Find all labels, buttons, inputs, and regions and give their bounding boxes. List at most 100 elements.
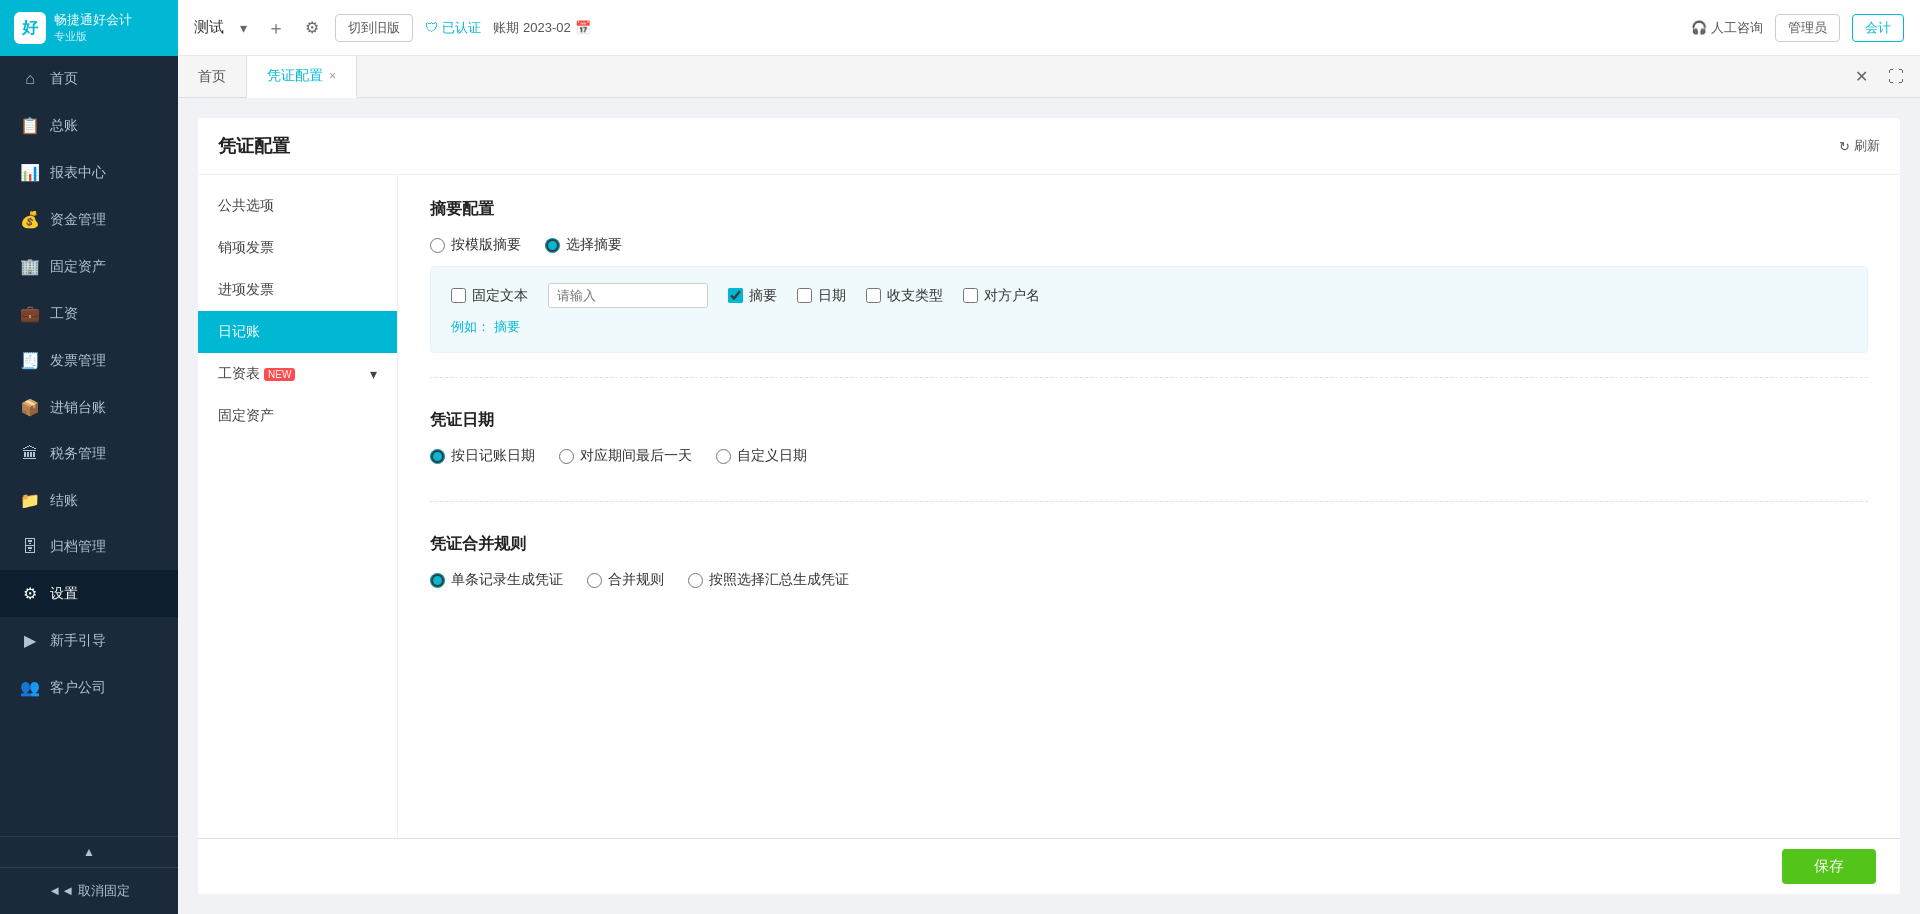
app-logo-text: 畅捷通好会计 专业版 bbox=[54, 12, 132, 43]
sidebar-item-extra[interactable]: 👥 客户公司 bbox=[0, 664, 178, 711]
save-button[interactable]: 保存 bbox=[1782, 849, 1876, 884]
radio-journal-date[interactable]: 按日记账日期 bbox=[430, 447, 535, 465]
radio-select-summary[interactable]: 按照选择汇总生成凭证 bbox=[688, 571, 849, 589]
guide-icon: ▶ bbox=[20, 631, 40, 650]
checkbox-counterpart[interactable]: 对方户名 bbox=[963, 287, 1040, 305]
invoice_mgmt-icon: 🧾 bbox=[20, 351, 40, 370]
header-dropdown-button[interactable]: ▾ bbox=[236, 16, 251, 40]
date-radio-group: 按日记账日期 对应期间最后一天 自定义日期 bbox=[430, 447, 1868, 465]
checkbox-date[interactable]: 日期 bbox=[797, 287, 846, 305]
shield-icon: 🛡 bbox=[425, 20, 438, 35]
sales_purchase-icon: 📦 bbox=[20, 398, 40, 417]
header-consult-button[interactable]: 🎧 人工咨询 bbox=[1691, 19, 1763, 37]
checkbox-summary[interactable]: 摘要 bbox=[728, 287, 777, 305]
header-role-button[interactable]: 会计 bbox=[1852, 14, 1904, 42]
sidebar-item-closing[interactable]: 📁 结账 bbox=[0, 477, 178, 524]
sidebar-up-button[interactable]: ▲ bbox=[75, 841, 103, 863]
capital-icon: 💰 bbox=[20, 210, 40, 229]
tab-expand-button[interactable]: ⛶ bbox=[1880, 64, 1912, 90]
config-nav-journal[interactable]: 日记账 bbox=[198, 311, 397, 353]
config-nav-fixed_assets[interactable]: 固定资产 bbox=[198, 395, 397, 437]
merge-section-title: 凭证合并规则 bbox=[430, 534, 1868, 555]
header-settings-button[interactable]: ⚙ bbox=[301, 14, 323, 41]
sidebar-item-sales_purchase[interactable]: 📦 进销台账 bbox=[0, 384, 178, 431]
tab-home[interactable]: 首页 bbox=[178, 56, 247, 98]
radio-template-input[interactable] bbox=[430, 238, 445, 253]
ledger-icon: 📋 bbox=[20, 116, 40, 135]
summary-checkbox[interactable] bbox=[728, 288, 743, 303]
cancel-fixed-button[interactable]: ◄◄ 取消固定 bbox=[36, 876, 141, 906]
sidebar-item-reports[interactable]: 📊 报表中心 bbox=[0, 149, 178, 196]
tab-voucher-config[interactable]: 凭证配置 × bbox=[247, 56, 357, 98]
tab-bar-actions: ✕ ⛶ bbox=[1847, 63, 1920, 90]
sidebar-item-settings[interactable]: ⚙ 设置 bbox=[0, 570, 178, 617]
header-old-version-button[interactable]: 切到旧版 bbox=[335, 14, 413, 42]
sidebar-item-capital[interactable]: 💰 资金管理 bbox=[0, 196, 178, 243]
fixed-text-input[interactable] bbox=[548, 283, 708, 308]
sidebar-item-payroll[interactable]: 💼 工资 bbox=[0, 290, 178, 337]
radio-merge-rules-input[interactable] bbox=[587, 573, 602, 588]
app-logo-icon: 好 bbox=[14, 12, 46, 44]
calendar-icon[interactable]: 📅 bbox=[575, 20, 591, 35]
radio-select-input[interactable] bbox=[545, 238, 560, 253]
sidebar-item-guide[interactable]: ▶ 新手引导 bbox=[0, 617, 178, 664]
radio-last-day[interactable]: 对应期间最后一天 bbox=[559, 447, 692, 465]
payroll-icon: 💼 bbox=[20, 304, 40, 323]
config-content: 摘要配置 按模版摘要 选择摘要 bbox=[398, 175, 1900, 838]
fixed-text-checkbox[interactable] bbox=[451, 288, 466, 303]
sidebar-item-home[interactable]: ⌂ 首页 bbox=[0, 56, 178, 102]
config-nav-payroll[interactable]: 工资表NEW▾ bbox=[198, 353, 397, 395]
page-inner: 凭证配置 ↻ 刷新 公共选项销项发票进项发票日记账工资表NEW▾固定资产 bbox=[178, 98, 1920, 914]
reports-icon: 📊 bbox=[20, 163, 40, 182]
checkbox-row: 固定文本 摘要 bbox=[451, 283, 1847, 308]
new-badge-payroll: NEW bbox=[264, 368, 295, 381]
date-checkbox[interactable] bbox=[797, 288, 812, 303]
page-card-header: 凭证配置 ↻ 刷新 bbox=[198, 118, 1900, 175]
config-nav-sales_invoice[interactable]: 销项发票 bbox=[198, 227, 397, 269]
sidebar-item-archive[interactable]: 🗄 归档管理 bbox=[0, 524, 178, 570]
radio-custom-date-input[interactable] bbox=[716, 449, 731, 464]
header-certified: 🛡 已认证 bbox=[425, 19, 481, 37]
radio-template-summary[interactable]: 按模版摘要 bbox=[430, 236, 521, 254]
checkbox-fixed-text[interactable]: 固定文本 bbox=[451, 287, 528, 305]
radio-select-summary-input[interactable] bbox=[688, 573, 703, 588]
sidebar-cancel-fixed[interactable]: ◄◄ 取消固定 bbox=[0, 867, 178, 914]
sidebar-item-ledger[interactable]: 📋 总账 bbox=[0, 102, 178, 149]
sidebar-nav-scroll: ⌂ 首页 📋 总账 📊 报表中心 💰 资金管理 🏢 固定资产 💼 工资 🧾 发票… bbox=[0, 56, 178, 836]
example-text: 例如： 摘要 bbox=[451, 318, 1847, 336]
main-area: 测试 ▾ ＋ ⚙ 切到旧版 🛡 已认证 账期 2023-02 📅 🎧 人工咨询 … bbox=[178, 0, 1920, 914]
counterpart-checkbox[interactable] bbox=[963, 288, 978, 303]
radio-single-record-input[interactable] bbox=[430, 573, 445, 588]
sidebar-item-fixed_assets[interactable]: 🏢 固定资产 bbox=[0, 243, 178, 290]
sidebar: 好 畅捷通好会计 专业版 ⌂ 首页 📋 总账 📊 报表中心 💰 资金管理 🏢 固… bbox=[0, 0, 178, 914]
tab-close-button[interactable]: × bbox=[329, 69, 336, 83]
config-right-scroll: 摘要配置 按模版摘要 选择摘要 bbox=[398, 175, 1900, 838]
income-type-checkbox[interactable] bbox=[866, 288, 881, 303]
fixed_assets-icon: 🏢 bbox=[20, 257, 40, 276]
header-add-button[interactable]: ＋ bbox=[263, 12, 289, 44]
header-user-button[interactable]: 管理员 bbox=[1775, 14, 1840, 42]
header-period: 账期 2023-02 📅 bbox=[493, 19, 591, 37]
page-content: 凭证配置 ↻ 刷新 公共选项销项发票进项发票日记账工资表NEW▾固定资产 bbox=[178, 98, 1920, 914]
summary-config-box: 固定文本 摘要 bbox=[430, 266, 1868, 353]
sidebar-item-tax[interactable]: 🏛 税务管理 bbox=[0, 431, 178, 477]
radio-last-day-input[interactable] bbox=[559, 449, 574, 464]
summary-section-title: 摘要配置 bbox=[430, 199, 1868, 220]
radio-select-summary[interactable]: 选择摘要 bbox=[545, 236, 622, 254]
config-nav-public[interactable]: 公共选项 bbox=[198, 185, 397, 227]
date-section: 凭证日期 按日记账日期 对应期间最后一天 bbox=[430, 410, 1868, 502]
config-nav-purchase_invoice[interactable]: 进项发票 bbox=[198, 269, 397, 311]
radio-merge-rules[interactable]: 合并规则 bbox=[587, 571, 664, 589]
config-nav: 公共选项销项发票进项发票日记账工资表NEW▾固定资产 bbox=[198, 175, 398, 838]
sidebar-item-invoice_mgmt[interactable]: 🧾 发票管理 bbox=[0, 337, 178, 384]
tab-close-window-button[interactable]: ✕ bbox=[1847, 63, 1876, 90]
chevron-down-icon: ▾ bbox=[370, 366, 377, 382]
refresh-icon: ↻ bbox=[1839, 139, 1850, 154]
headset-icon: 🎧 bbox=[1691, 20, 1707, 35]
radio-custom-date[interactable]: 自定义日期 bbox=[716, 447, 807, 465]
radio-single-record[interactable]: 单条记录生成凭证 bbox=[430, 571, 563, 589]
checkbox-income-type[interactable]: 收支类型 bbox=[866, 287, 943, 305]
bottom-bar: 保存 bbox=[198, 838, 1900, 894]
radio-journal-date-input[interactable] bbox=[430, 449, 445, 464]
refresh-button[interactable]: ↻ 刷新 bbox=[1839, 137, 1880, 155]
